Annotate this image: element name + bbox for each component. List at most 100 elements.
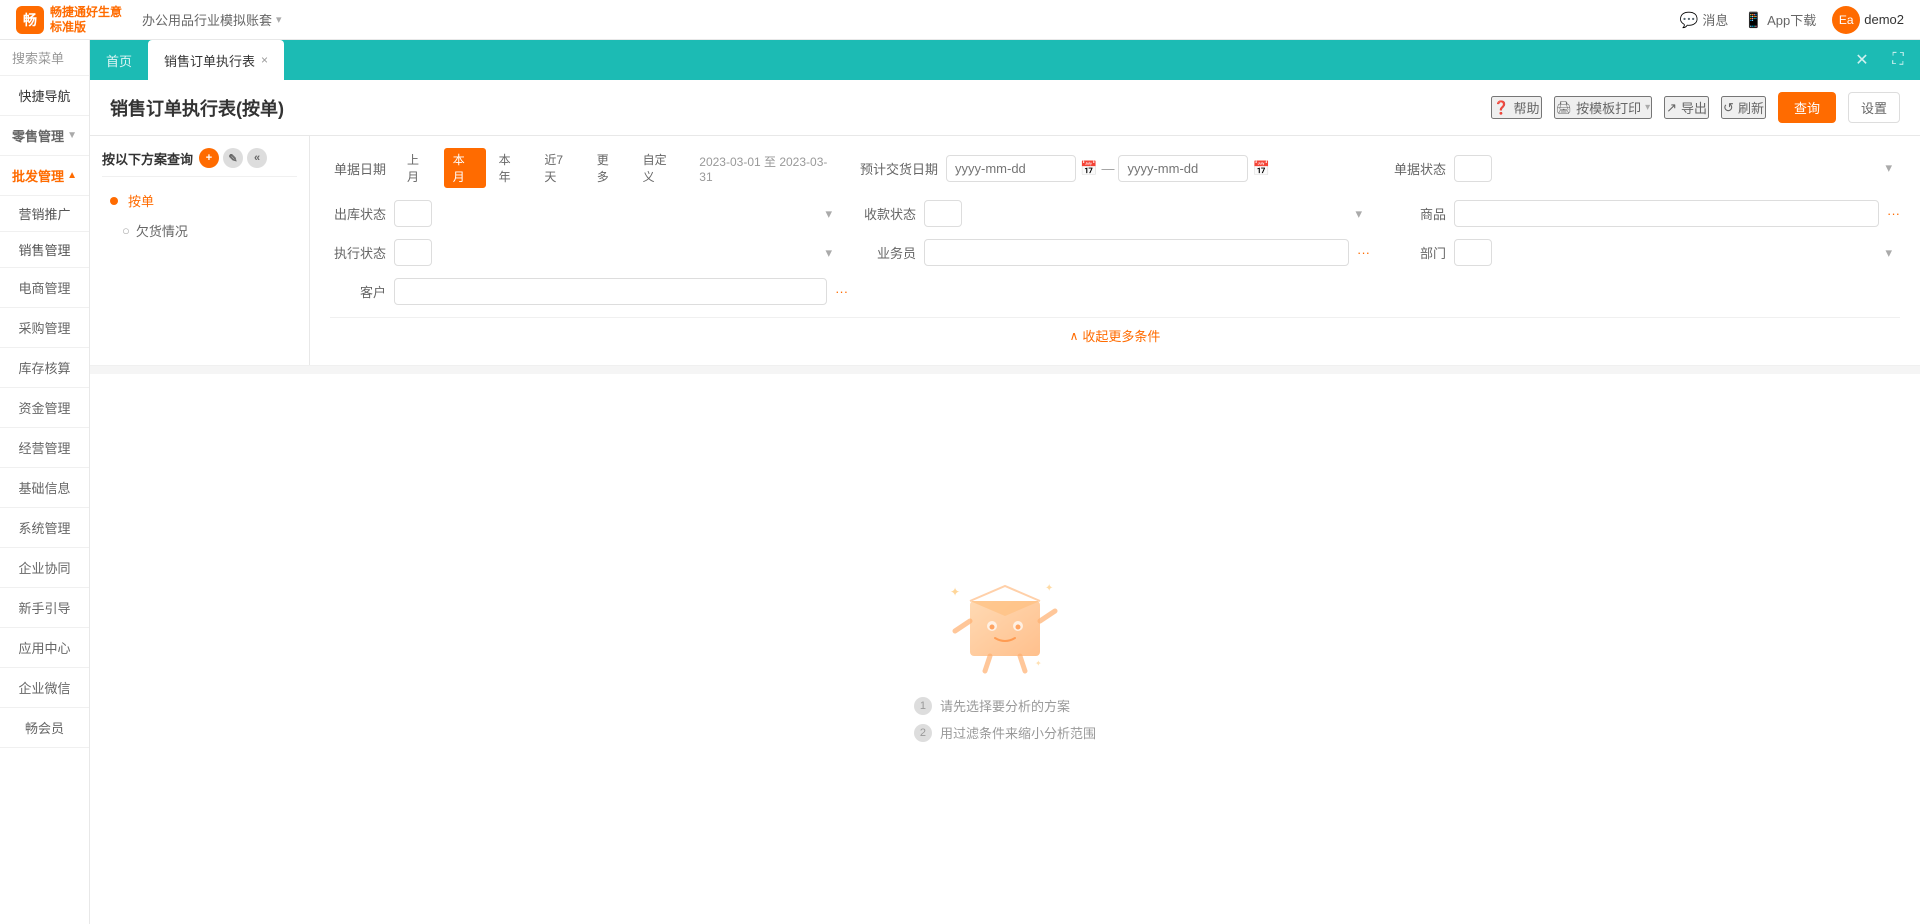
exec-status-select[interactable] bbox=[394, 239, 432, 266]
salesperson-dots[interactable]: ··· bbox=[1357, 245, 1370, 260]
app-download-action[interactable]: 📱 App下载 bbox=[1744, 10, 1816, 29]
sidebar-item-purchase[interactable]: 采购管理 bbox=[0, 308, 89, 348]
print-button[interactable]: 🖨 按模板打印 ▾ bbox=[1554, 96, 1653, 119]
query-button[interactable]: 查询 bbox=[1778, 92, 1836, 123]
goods-input[interactable] bbox=[1454, 200, 1879, 227]
customer-dots[interactable]: ··· bbox=[835, 284, 848, 299]
date-tab-this-year[interactable]: 本年 bbox=[490, 148, 532, 188]
tab-close-icon[interactable]: × bbox=[261, 53, 268, 67]
tab-close-btn[interactable]: ✕ bbox=[1848, 46, 1876, 74]
sidebar-item-enterprise[interactable]: 企业协同 bbox=[0, 548, 89, 588]
page-header: 销售订单执行表(按单) ❓ 帮助 🖨 按模板打印 ▾ ↗ 导出 bbox=[90, 80, 1920, 136]
export-button[interactable]: ↗ 导出 bbox=[1664, 96, 1709, 119]
date-tab-7days[interactable]: 近7天 bbox=[535, 148, 583, 188]
collapse-icon: ∧ bbox=[1070, 329, 1079, 343]
filter-group-goods: 商品 ··· bbox=[1390, 200, 1900, 227]
plan-item-by-order[interactable]: 按单 bbox=[102, 185, 297, 216]
customer-label: 客户 bbox=[330, 282, 386, 301]
sidebar-item-wechat[interactable]: 企业微信 bbox=[0, 668, 89, 708]
date-tab-more[interactable]: 更多 bbox=[588, 148, 630, 188]
filter-group-receipt-status: 收款状态 bbox=[860, 200, 1370, 227]
plan-item-shortage[interactable]: ○ 欠货情况 bbox=[102, 216, 297, 245]
date-tab-custom[interactable]: 自定义 bbox=[634, 148, 688, 188]
sidebar-item-ecom[interactable]: 电商管理 bbox=[0, 268, 89, 308]
delivery-status-wrapper bbox=[394, 200, 840, 227]
top-bar-left: 畅 畅捷通好生意 标准版 办公用品行业模拟账套 ▾ bbox=[16, 5, 282, 34]
sidebar-item-member[interactable]: 畅会员 bbox=[0, 708, 89, 748]
divider bbox=[90, 365, 1920, 366]
empty-hint: 1 请先选择要分析的方案 2 用过滤条件来缩小分析范围 bbox=[914, 696, 1096, 742]
export-icon: ↗ bbox=[1666, 100, 1677, 116]
refresh-button[interactable]: ↺ 刷新 bbox=[1721, 96, 1766, 119]
filter-main: 单据日期 上月 本月 本年 近7天 更多 自定义 2023-03-01 至 20… bbox=[310, 136, 1920, 365]
help-button[interactable]: ❓ 帮助 bbox=[1491, 96, 1541, 119]
top-bar: 畅 畅捷通好生意 标准版 办公用品行业模拟账套 ▾ 💬 消息 📱 App下载 E… bbox=[0, 0, 1920, 40]
dept-select[interactable] bbox=[1454, 239, 1492, 266]
sidebar-wholesale-arrow: ▲ bbox=[67, 170, 77, 181]
sidebar-item-guide[interactable]: 新手引导 bbox=[0, 588, 89, 628]
message-action[interactable]: 💬 消息 bbox=[1680, 10, 1729, 29]
delivery-date-end[interactable] bbox=[1118, 155, 1248, 182]
logo-icon: 畅 bbox=[16, 6, 44, 34]
receipt-status-select[interactable] bbox=[924, 200, 962, 227]
sidebar-retail-arrow: ▼ bbox=[67, 130, 77, 141]
filter-row-4: 客户 ··· bbox=[330, 278, 1900, 305]
collapse-btn[interactable]: ∧ 收起更多条件 bbox=[330, 317, 1900, 353]
delivery-status-label: 出库状态 bbox=[330, 204, 386, 223]
user-area[interactable]: Ea demo2 bbox=[1832, 6, 1904, 34]
filter-left-panel: 按以下方案查询 + ✎ « 按单 ○ bbox=[90, 136, 310, 365]
sidebar-item-sales[interactable]: 销售管理 bbox=[0, 232, 89, 268]
breadcrumb[interactable]: 办公用品行业模拟账套 ▾ bbox=[142, 10, 282, 29]
collapse-label: 收起更多条件 bbox=[1082, 326, 1160, 345]
tab-sales-exec[interactable]: 销售订单执行表 × bbox=[148, 40, 284, 80]
settings-button[interactable]: 设置 bbox=[1848, 92, 1900, 123]
sidebar-item-operations[interactable]: 经营管理 bbox=[0, 428, 89, 468]
date-label: 单据日期 bbox=[330, 159, 386, 178]
goods-label: 商品 bbox=[1390, 204, 1446, 223]
sidebar-search[interactable]: 搜索菜单 bbox=[0, 40, 89, 76]
bill-status-label: 单据状态 bbox=[1390, 159, 1446, 178]
sidebar-item-inventory[interactable]: 库存核算 bbox=[0, 348, 89, 388]
filter-group-delivery-date: 预计交货日期 📅 — 📅 bbox=[860, 155, 1370, 182]
message-icon: 💬 bbox=[1680, 11, 1699, 29]
help-icon: ❓ bbox=[1493, 100, 1509, 116]
filter-panel: 按以下方案查询 + ✎ « 按单 ○ bbox=[90, 136, 1920, 365]
hint-item-1: 1 请先选择要分析的方案 bbox=[914, 696, 1096, 715]
add-plan-icon[interactable]: + bbox=[199, 148, 219, 168]
empty-illustration: ✦ ✦ ✦ bbox=[945, 556, 1065, 676]
receipt-status-label: 收款状态 bbox=[860, 204, 916, 223]
tab-maximize-btn[interactable]: ⛶ bbox=[1884, 46, 1912, 74]
hint-text-1: 请先选择要分析的方案 bbox=[940, 696, 1070, 715]
salesperson-input[interactable] bbox=[924, 239, 1349, 266]
sidebar-item-basic[interactable]: 基础信息 bbox=[0, 468, 89, 508]
delivery-status-select[interactable] bbox=[394, 200, 432, 227]
page-header-actions: ❓ 帮助 🖨 按模板打印 ▾ ↗ 导出 ↺ 刷新 bbox=[1491, 92, 1900, 123]
sidebar-item-shortcut[interactable]: 快捷导航 bbox=[0, 76, 89, 116]
refresh-icon: ↺ bbox=[1723, 100, 1734, 116]
sidebar-item-retail[interactable]: 零售管理 ▼ bbox=[0, 116, 89, 156]
collapse-panel-icon[interactable]: « bbox=[247, 148, 267, 168]
date-tab-this-month[interactable]: 本月 bbox=[444, 148, 486, 188]
filter-group-dept: 部门 bbox=[1390, 239, 1900, 266]
customer-input[interactable] bbox=[394, 278, 827, 305]
hint-text-2: 用过滤条件来缩小分析范围 bbox=[940, 723, 1096, 742]
app-download-icon: 📱 bbox=[1744, 11, 1763, 29]
sidebar-item-appcenter[interactable]: 应用中心 bbox=[0, 628, 89, 668]
tab-home[interactable]: 首页 bbox=[90, 40, 148, 80]
page-content: 销售订单执行表(按单) ❓ 帮助 🖨 按模板打印 ▾ ↗ 导出 bbox=[90, 80, 1920, 924]
delivery-date-range: 📅 — 📅 bbox=[946, 155, 1370, 182]
plan-query-icons: + ✎ « bbox=[199, 148, 267, 168]
hint-num-1: 1 bbox=[914, 697, 932, 715]
sidebar-item-system[interactable]: 系统管理 bbox=[0, 508, 89, 548]
tab-home-label: 首页 bbox=[106, 51, 132, 70]
goods-dots[interactable]: ··· bbox=[1887, 206, 1900, 221]
sidebar-item-finance[interactable]: 资金管理 bbox=[0, 388, 89, 428]
sidebar-item-marketing[interactable]: 营销推广 bbox=[0, 196, 89, 232]
delivery-date-start[interactable] bbox=[946, 155, 1076, 182]
sidebar-item-wholesale[interactable]: 批发管理 ▲ bbox=[0, 156, 89, 196]
svg-text:✦: ✦ bbox=[1035, 659, 1042, 668]
bill-status-select[interactable] bbox=[1454, 155, 1492, 182]
date-icon-end: 📅 bbox=[1252, 160, 1269, 177]
edit-plan-icon[interactable]: ✎ bbox=[223, 148, 243, 168]
date-tab-last-month[interactable]: 上月 bbox=[398, 148, 440, 188]
